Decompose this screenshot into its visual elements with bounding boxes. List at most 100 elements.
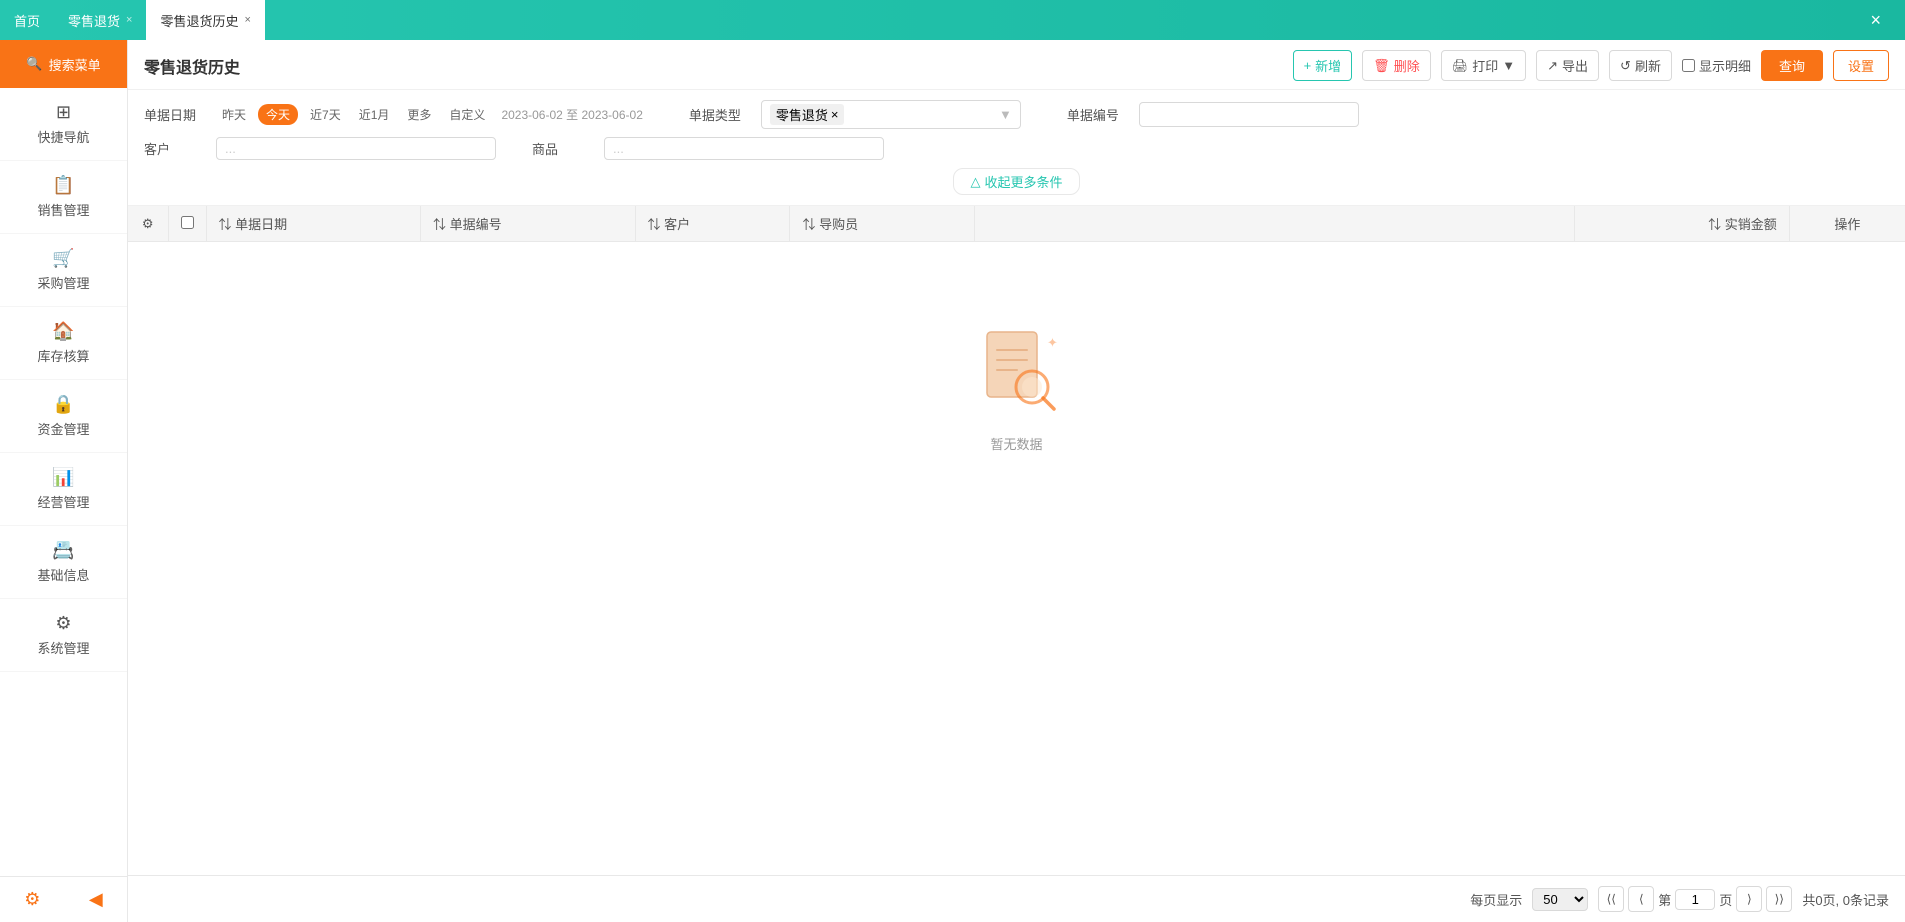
print-icon: 🖨: [1452, 58, 1469, 74]
query-button[interactable]: 查询: [1761, 50, 1823, 81]
empty-state-row: ✦ 暂无数据: [128, 242, 1905, 534]
system-mgmt-icon: ⚙: [55, 613, 71, 634]
empty-state: ✦ 暂无数据: [128, 242, 1905, 533]
svg-text:✦: ✦: [1047, 335, 1058, 350]
date-filter-label: 单据日期: [144, 105, 200, 124]
tab-retail-return[interactable]: 零售退货 ×: [54, 0, 146, 40]
basic-info-icon: 📇: [52, 540, 74, 561]
sidebar-item-sales-mgmt[interactable]: 📋 销售管理: [0, 161, 127, 234]
sidebar-item-finance-mgmt[interactable]: 🔒 资金管理: [0, 380, 127, 453]
first-page-button[interactable]: ⟨⟨: [1598, 886, 1624, 912]
prev-page-button[interactable]: ⟨: [1628, 886, 1654, 912]
settings-icon[interactable]: ⚙: [24, 889, 40, 910]
table-header-row: ⚙ ⇅ 单据日期 ⇅ 单据编号 ⇅ 客户: [128, 206, 1905, 242]
new-button[interactable]: + 新增: [1293, 50, 1353, 81]
tab-retail-return-history[interactable]: 零售退货历史 ×: [146, 0, 264, 40]
sidebar-item-purchase-mgmt[interactable]: 🛒 采购管理: [0, 234, 127, 307]
refresh-button[interactable]: ↺ 刷新: [1609, 50, 1672, 81]
sidebar-item-label: 资金管理: [37, 419, 89, 438]
tag-close-icon[interactable]: ×: [831, 107, 839, 122]
th-checkbox[interactable]: [168, 206, 206, 242]
sidebar-item-operation-mgmt[interactable]: 📊 经营管理: [0, 453, 127, 526]
page-title: 零售退货历史: [144, 54, 240, 78]
th-spacer: [975, 206, 1575, 242]
content-area: 零售退货历史 + 新增 🗑 删除 🖨 打印 ▼ ↗ 导出: [128, 40, 1905, 922]
date-btn-custom[interactable]: 自定义: [443, 104, 491, 125]
goods-filter-label: 商品: [532, 139, 588, 158]
sidebar-item-label: 销售管理: [37, 200, 89, 219]
setting-button[interactable]: 设置: [1833, 50, 1889, 81]
date-btn-more[interactable]: 更多: [401, 104, 437, 125]
bill-type-label: 单据类型: [689, 105, 745, 124]
sidebar-item-label: 基础信息: [37, 565, 89, 584]
date-btn-yesterday[interactable]: 昨天: [216, 104, 252, 125]
print-dropdown-icon: ▼: [1502, 58, 1515, 73]
purchase-icon: 🛒: [52, 248, 74, 269]
data-table: ⚙ ⇅ 单据日期 ⇅ 单据编号 ⇅ 客户: [128, 206, 1905, 533]
print-button[interactable]: 🖨 打印 ▼: [1441, 50, 1526, 81]
operation-icon: 📊: [52, 467, 74, 488]
last-page-button[interactable]: ⟩⟩: [1766, 886, 1792, 912]
sidebar-item-basic-info[interactable]: 📇 基础信息: [0, 526, 127, 599]
page-suffix: 页: [1719, 890, 1732, 909]
refresh-icon: ↺: [1620, 58, 1631, 74]
column-settings-icon[interactable]: ⚙: [142, 216, 154, 231]
tab-retail-return-history-close[interactable]: ×: [244, 14, 250, 26]
sidebar-item-label: 采购管理: [37, 273, 89, 292]
collapse-row: △ 收起更多条件: [144, 168, 1889, 195]
date-btn-7days[interactable]: 近7天: [304, 104, 347, 125]
bill-type-select[interactable]: 零售退货 × ▼: [761, 100, 1021, 129]
export-button[interactable]: ↗ 导出: [1536, 50, 1599, 81]
close-window-button[interactable]: ×: [1862, 10, 1889, 31]
bill-no-input[interactable]: [1139, 102, 1359, 127]
collapse-button[interactable]: △ 收起更多条件: [953, 168, 1079, 195]
page-header: 零售退货历史 + 新增 🗑 删除 🖨 打印 ▼ ↗ 导出: [128, 40, 1905, 90]
quick-nav-icon: ⊞: [56, 102, 71, 123]
delete-button[interactable]: 🗑 删除: [1362, 50, 1431, 81]
sidebar-item-label: 快捷导航: [37, 127, 89, 146]
table-body: ✦ 暂无数据: [128, 242, 1905, 534]
customer-filter-label: 客户: [144, 139, 200, 158]
show-detail-checkbox-label[interactable]: 显示明细: [1682, 56, 1751, 75]
date-range-display: 2023-06-02 至 2023-06-02: [501, 106, 642, 123]
sidebar-item-inventory[interactable]: 🏠 库存核算: [0, 307, 127, 380]
tab-retail-return-close[interactable]: ×: [126, 14, 132, 26]
next-page-button[interactable]: ⟩: [1736, 886, 1762, 912]
collapse-label: 收起更多条件: [984, 172, 1062, 191]
bill-no-label: 单据编号: [1067, 105, 1123, 124]
inventory-icon: 🏠: [52, 321, 74, 342]
th-customer: ⇅ 客户: [635, 206, 790, 242]
top-bar: + 新增 首页 零售退货 × 零售退货历史 × ×: [0, 0, 1905, 40]
filter-row-1: 单据日期 昨天 今天 近7天 近1月 更多 自定义 2023-06-02 至 2…: [144, 100, 1889, 129]
sidebar-item-label: 库存核算: [37, 346, 89, 365]
bill-type-tag: 零售退货 ×: [770, 104, 845, 125]
customer-input[interactable]: ...: [216, 137, 496, 160]
tab-home[interactable]: + 新增 首页: [0, 0, 54, 40]
select-dropdown-icon: ▼: [999, 107, 1012, 122]
collapse-sidebar-icon[interactable]: ◀: [89, 889, 103, 910]
delete-icon: 🗑: [1373, 58, 1390, 74]
toolbar: + 新增 🗑 删除 🖨 打印 ▼ ↗ 导出 ↺ 刷新: [1293, 50, 1889, 81]
per-page-label: 每页显示: [1470, 890, 1522, 909]
collapse-icon: △: [970, 174, 980, 190]
pagination-total: 共0页, 0条记录: [1802, 890, 1889, 909]
sidebar-bottom: ⚙ ◀: [0, 876, 127, 922]
sidebar-search[interactable]: 🔍 搜索菜单: [0, 40, 127, 88]
empty-icon: ✦: [967, 322, 1067, 422]
goods-input[interactable]: ...: [604, 137, 884, 160]
search-icon: 🔍: [26, 56, 42, 72]
show-detail-checkbox[interactable]: [1682, 59, 1695, 72]
pagination: 每页显示 20 50 100 ⟨⟨ ⟨ 第 页 ⟩ ⟩⟩ 共0页, 0条记录: [128, 875, 1905, 922]
page-number-input[interactable]: [1675, 889, 1715, 910]
per-page-select[interactable]: 20 50 100: [1532, 888, 1588, 911]
date-btn-1month[interactable]: 近1月: [353, 104, 396, 125]
date-btn-today[interactable]: 今天: [258, 104, 298, 125]
th-settings[interactable]: ⚙: [128, 206, 168, 242]
th-action: 操作: [1789, 206, 1905, 242]
sidebar-item-quick-nav[interactable]: ⊞ 快捷导航: [0, 88, 127, 161]
sidebar-item-system-mgmt[interactable]: ⚙ 系统管理: [0, 599, 127, 672]
empty-text: 暂无数据: [990, 434, 1042, 453]
sidebar-item-label: 系统管理: [37, 638, 89, 657]
select-all-checkbox[interactable]: [181, 216, 194, 229]
finance-icon: 🔒: [52, 394, 74, 415]
